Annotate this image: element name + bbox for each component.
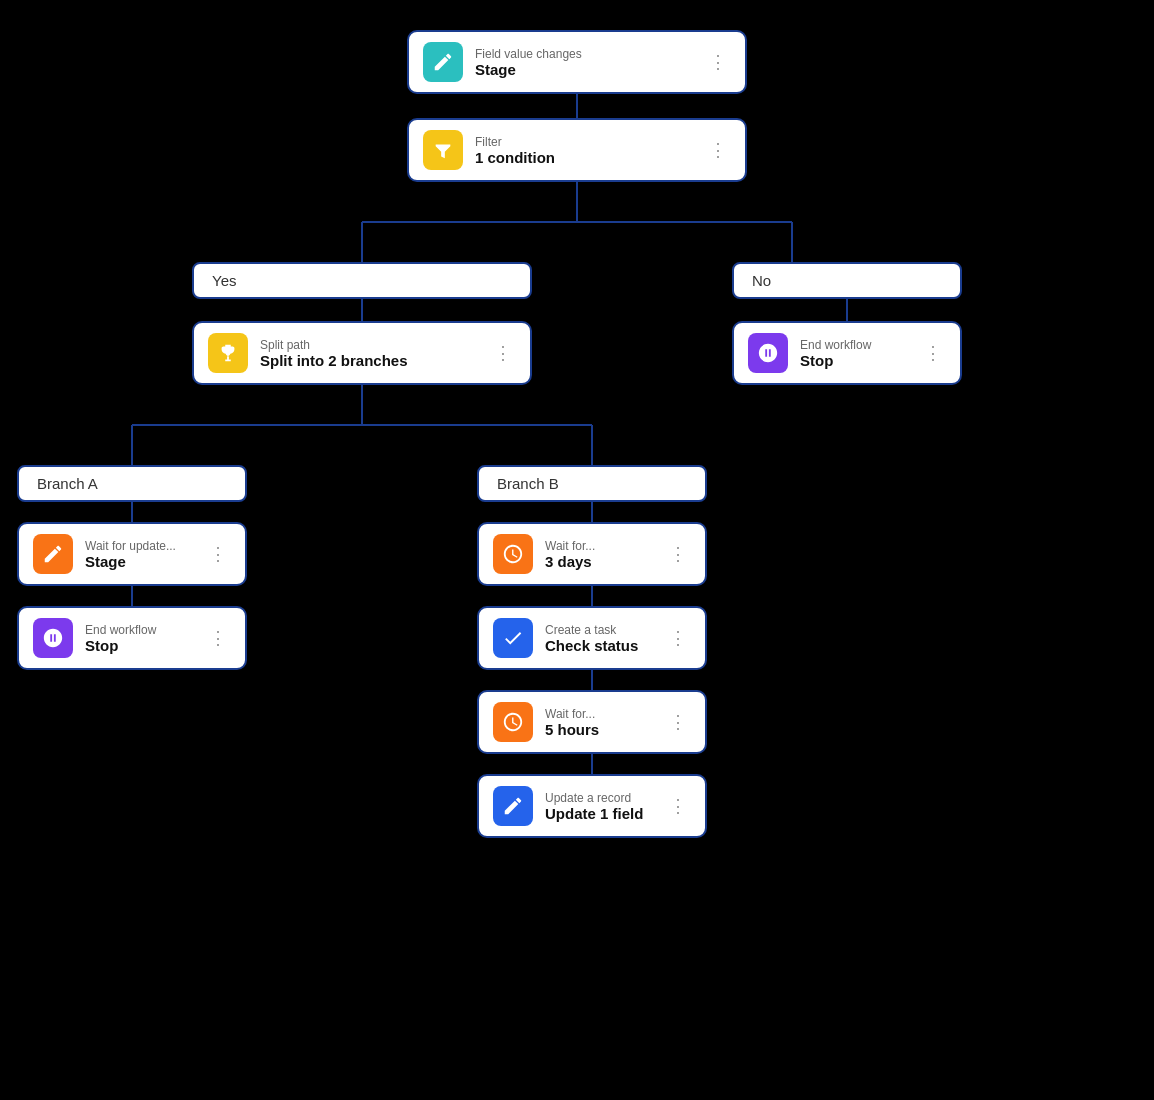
wait-stage-icon [33,534,73,574]
bb-conn1 [591,502,593,522]
filter-split-svg [187,182,967,262]
wait-5hours-icon [493,702,533,742]
wait-5hours-label: Wait for... [545,707,653,721]
branch-a-col: Branch A Wait for update... Stage ⋮ [12,465,252,670]
update-record-label: Update a record [545,791,653,805]
split-svg [12,385,712,465]
split-path-node[interactable]: Split path Split into 2 branches ⋮ [192,321,532,385]
wait-stage-menu[interactable]: ⋮ [205,541,231,567]
yes-connector-1 [361,299,363,321]
wait-5hours-node[interactable]: Wait for... 5 hours ⋮ [477,690,707,754]
trigger-icon [423,42,463,82]
end-stop-a-title: Stop [85,637,193,654]
trigger-level: Field value changes Stage ⋮ Filter 1 con… [407,30,747,182]
bb-conn4 [591,754,593,774]
filter-text: Filter 1 condition [475,135,693,166]
wait-3days-node[interactable]: Wait for... 3 days ⋮ [477,522,707,586]
no-end-icon [748,333,788,373]
filter-menu[interactable]: ⋮ [705,137,731,163]
wait-3days-label: Wait for... [545,539,653,553]
wait-3days-icon [493,534,533,574]
update-record-node[interactable]: Update a record Update 1 field ⋮ [477,774,707,838]
end-stop-a-label: End workflow [85,623,193,637]
split-icon [208,333,248,373]
trigger-text: Field value changes Stage [475,47,693,78]
end-stop-a-node[interactable]: End workflow Stop ⋮ [17,606,247,670]
filter-node[interactable]: Filter 1 condition ⋮ [407,118,747,182]
end-stop-a-text: End workflow Stop [85,623,193,654]
workflow-canvas: Field value changes Stage ⋮ Filter 1 con… [27,30,1127,838]
wait-5hours-text: Wait for... 5 hours [545,707,653,738]
trigger-menu[interactable]: ⋮ [705,49,731,75]
yes-no-row: Yes Split path Split into 2 branches ⋮ [187,262,967,838]
end-stop-a-icon [33,618,73,658]
branch-b-col: Branch B Wait for... 3 days ⋮ [472,465,712,838]
update-record-text: Update a record Update 1 field [545,791,653,822]
ba-conn2 [131,586,133,606]
wait-5hours-menu[interactable]: ⋮ [665,709,691,735]
connector-1 [576,94,578,118]
trigger-label: Field value changes [475,47,693,61]
trigger-node[interactable]: Field value changes Stage ⋮ [407,30,747,94]
create-task-label: Create a task [545,623,653,637]
end-stop-a-menu[interactable]: ⋮ [205,625,231,651]
bb-conn3 [591,670,593,690]
split-title: Split into 2 branches [260,352,478,369]
create-task-icon [493,618,533,658]
yes-label: Yes [192,262,532,299]
wait-stage-label: Wait for update... [85,539,193,553]
update-record-title: Update 1 field [545,805,653,822]
no-end-menu[interactable]: ⋮ [920,340,946,366]
update-record-menu[interactable]: ⋮ [665,793,691,819]
wait-stage-text: Wait for update... Stage [85,539,193,570]
update-record-icon [493,786,533,826]
ba-conn1 [131,502,133,522]
wait-stage-node[interactable]: Wait for update... Stage ⋮ [17,522,247,586]
wait-stage-title: Stage [85,553,193,570]
no-end-text: End workflow Stop [800,338,908,369]
split-text: Split path Split into 2 branches [260,338,478,369]
wait-3days-text: Wait for... 3 days [545,539,653,570]
branches-ab-row: Branch A Wait for update... Stage ⋮ [12,465,712,838]
no-conn1 [846,299,848,321]
filter-title: 1 condition [475,149,693,166]
trigger-title: Stage [475,61,693,78]
no-label: No [732,262,962,299]
no-end-label: End workflow [800,338,908,352]
yes-branch: Yes Split path Split into 2 branches ⋮ [187,262,537,838]
create-task-title: Check status [545,637,653,654]
split-menu[interactable]: ⋮ [490,340,516,366]
filter-icon [423,130,463,170]
wait-3days-menu[interactable]: ⋮ [665,541,691,567]
create-task-text: Create a task Check status [545,623,653,654]
create-task-menu[interactable]: ⋮ [665,625,691,651]
branch-b-label: Branch B [477,465,707,502]
no-end-node[interactable]: End workflow Stop ⋮ [732,321,962,385]
no-end-title: Stop [800,352,908,369]
wait-5hours-title: 5 hours [545,721,653,738]
no-branch: No End workflow Stop ⋮ [727,262,967,385]
bb-conn2 [591,586,593,606]
filter-label: Filter [475,135,693,149]
create-task-node[interactable]: Create a task Check status ⋮ [477,606,707,670]
wait-3days-title: 3 days [545,553,653,570]
branch-a-label: Branch A [17,465,247,502]
split-label: Split path [260,338,478,352]
